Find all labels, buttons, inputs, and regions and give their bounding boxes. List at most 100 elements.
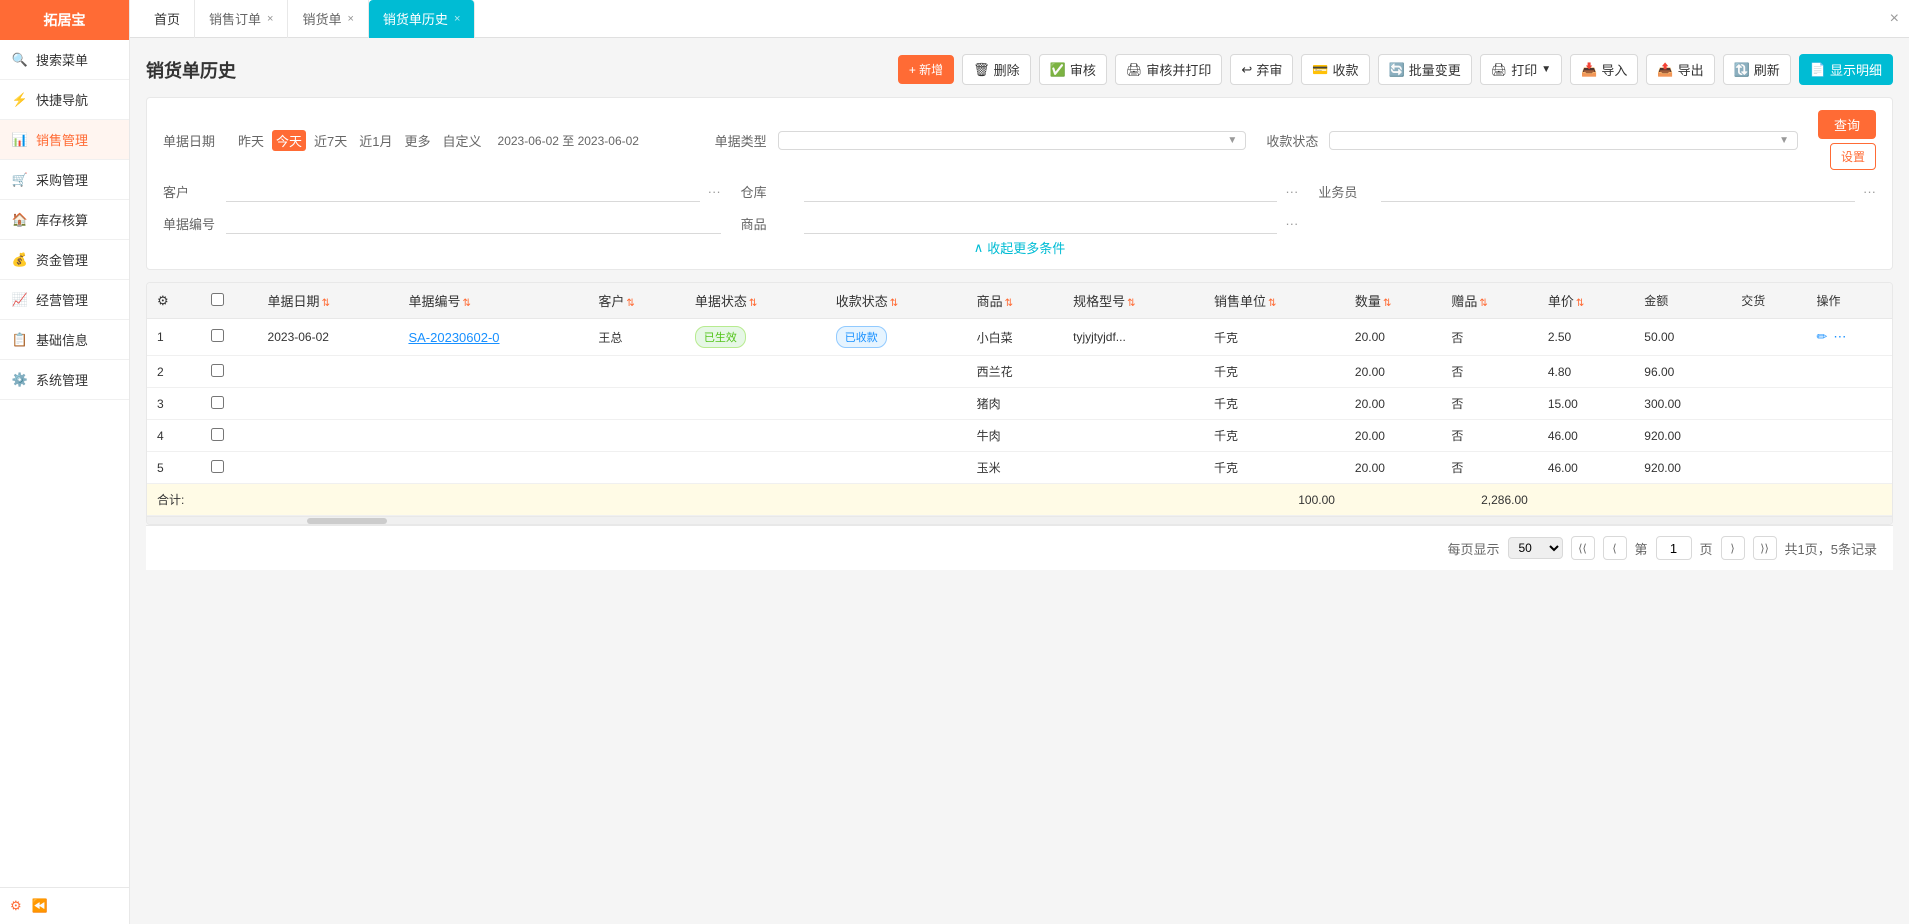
audit-print-button[interactable]: 🖨 审核并打印 <box>1115 54 1223 85</box>
customer-input[interactable] <box>226 180 700 202</box>
col-checkbox[interactable] <box>201 283 257 319</box>
row-checkbox[interactable] <box>211 428 224 441</box>
data-table-wrapper: ⚙ 单据日期⇅ 单据编号⇅ 客户⇅ 单据状态⇅ 收款状态⇅ 商品⇅ 规格型号⇅ … <box>146 282 1893 525</box>
collect-status-badge: 已收款 <box>836 326 887 348</box>
sidebar-item-baseinfo[interactable]: 📋 基础信息 <box>0 320 129 360</box>
row-checkbox[interactable] <box>211 460 224 473</box>
col-doc-no[interactable]: 单据编号⇅ <box>398 283 588 319</box>
import-button[interactable]: 📥 导入 <box>1570 54 1638 85</box>
col-settings-icon: ⚙ <box>157 293 169 308</box>
tab-close-sales-history[interactable]: × <box>454 13 460 25</box>
purchase-icon: 🛒 <box>12 172 28 188</box>
sidebar-collapse-icon[interactable]: ⏪ <box>32 898 48 914</box>
sidebar-item-sales[interactable]: 📊 销售管理 <box>0 120 129 160</box>
col-settings[interactable]: ⚙ <box>147 283 201 319</box>
sidebar-item-operations[interactable]: 📈 经营管理 <box>0 280 129 320</box>
abandon-button[interactable]: ↩ 弃审 <box>1230 54 1293 85</box>
shortcut-custom[interactable]: 自定义 <box>439 130 486 151</box>
per-page-select[interactable]: 50 100 200 <box>1508 537 1563 559</box>
delete-button[interactable]: 🗑 删除 <box>962 54 1031 85</box>
customer-label: 客户 <box>163 182 218 201</box>
print-icon: 🖨 <box>1491 62 1508 78</box>
warehouse-dots[interactable]: ··· <box>1285 184 1298 199</box>
col-spec-type[interactable]: 规格型号⇅ <box>1063 283 1204 319</box>
col-unit-price[interactable]: 单价⇅ <box>1538 283 1634 319</box>
sort-doc-status: ⇅ <box>749 298 757 309</box>
cell-collect-status <box>826 388 967 420</box>
query-button[interactable]: 查询 <box>1818 110 1876 139</box>
col-gift[interactable]: 赠品⇅ <box>1441 283 1537 319</box>
col-quantity[interactable]: 数量⇅ <box>1345 283 1441 319</box>
table-scrollbar[interactable] <box>147 516 1892 524</box>
col-transaction: 交货 <box>1731 283 1806 319</box>
tab-home[interactable]: 首页 <box>140 0 195 38</box>
refresh-button[interactable]: 🔃 刷新 <box>1723 54 1791 85</box>
row-checkbox[interactable] <box>211 364 224 377</box>
tab-close-sales-goods[interactable]: × <box>347 13 353 25</box>
shortcut-more[interactable]: 更多 <box>401 130 435 151</box>
next-page-btn[interactable]: ⟩ <box>1721 536 1745 560</box>
filter-section: 单据日期 昨天 今天 近7天 近1月 更多 自定义 2023-06-02 至 2… <box>146 97 1893 270</box>
col-doc-date[interactable]: 单据日期⇅ <box>258 283 399 319</box>
cell-doc-date <box>258 420 399 452</box>
print-button[interactable]: 🖨 打印 ▼ <box>1480 54 1562 85</box>
prev-page-btn[interactable]: ⟨ <box>1603 536 1627 560</box>
cell-collect-status <box>826 420 967 452</box>
edit-action[interactable]: ✏ <box>1817 329 1828 344</box>
batch-change-button[interactable]: 🔄 批量变更 <box>1378 54 1472 85</box>
tab-close-sales-order[interactable]: × <box>267 13 273 25</box>
collapse-up-icon: ∧ <box>974 240 984 256</box>
first-page-btn[interactable]: ⟨⟨ <box>1571 536 1595 560</box>
shortcut-7days[interactable]: 近7天 <box>310 130 351 151</box>
col-goods[interactable]: 商品⇅ <box>967 283 1063 319</box>
cell-goods: 西兰花 <box>967 356 1063 388</box>
tab-sales-goods[interactable]: 销货单 × <box>288 0 368 38</box>
tab-sales-history[interactable]: 销货单历史 × <box>369 0 475 38</box>
staff-input[interactable] <box>1381 180 1855 202</box>
col-customer[interactable]: 客户⇅ <box>588 283 684 319</box>
more-action[interactable]: ⋯ <box>1833 329 1846 344</box>
collapse-button[interactable]: ∧ 收起更多条件 <box>163 234 1876 257</box>
tab-sales-order[interactable]: 销售订单 × <box>195 0 288 38</box>
page-input[interactable] <box>1656 536 1692 560</box>
nav-icon: ⚡ <box>12 92 28 108</box>
select-all-checkbox[interactable] <box>211 293 224 306</box>
sidebar-item-search[interactable]: 🔍 搜索菜单 <box>0 40 129 80</box>
col-doc-status[interactable]: 单据状态⇅ <box>685 283 826 319</box>
export-button[interactable]: 📤 导出 <box>1646 54 1714 85</box>
col-sales-unit[interactable]: 销售单位⇅ <box>1204 283 1345 319</box>
last-page-btn[interactable]: ⟩⟩ <box>1753 536 1777 560</box>
settings-button[interactable]: 设置 <box>1830 143 1876 170</box>
doc-no-input[interactable] <box>226 212 721 234</box>
cell-collect-status <box>826 356 967 388</box>
shortcut-1month[interactable]: 近1月 <box>355 130 396 151</box>
doc-type-select[interactable]: ▼ <box>778 131 1247 150</box>
goods-dots[interactable]: ··· <box>1285 216 1298 231</box>
staff-dots[interactable]: ··· <box>1863 184 1876 199</box>
sidebar-bottom: ⚙ ⏪ <box>0 887 129 924</box>
sidebar-settings-icon[interactable]: ⚙ <box>10 898 22 914</box>
audit-button[interactable]: ✅ 审核 <box>1039 54 1107 85</box>
date-label: 单据日期 <box>163 131 218 150</box>
warehouse-input[interactable] <box>804 180 1278 202</box>
customer-dots[interactable]: ··· <box>708 184 721 199</box>
tab-bar-close-btn[interactable]: × <box>1890 10 1899 28</box>
shortcut-yesterday[interactable]: 昨天 <box>234 130 268 151</box>
goods-input[interactable] <box>804 212 1278 234</box>
sidebar-item-finance[interactable]: 💰 资金管理 <box>0 240 129 280</box>
collect-status-select[interactable]: ▼ <box>1329 131 1798 150</box>
col-collect-status[interactable]: 收款状态⇅ <box>826 283 967 319</box>
sidebar-item-inventory[interactable]: 🏠 库存核算 <box>0 200 129 240</box>
show-detail-button[interactable]: 📄 显示明细 <box>1799 54 1893 85</box>
collect-button[interactable]: 💳 收款 <box>1301 54 1369 85</box>
sidebar-item-system[interactable]: ⚙️ 系统管理 <box>0 360 129 400</box>
row-checkbox[interactable] <box>211 329 224 342</box>
doc-no-link[interactable]: SA-20230602-0 <box>408 330 499 345</box>
sidebar-item-quicknav[interactable]: ⚡ 快捷导航 <box>0 80 129 120</box>
cell-customer: 王总 <box>588 319 684 356</box>
row-checkbox[interactable] <box>211 396 224 409</box>
shortcut-today[interactable]: 今天 <box>272 130 306 151</box>
add-button[interactable]: + 新增 <box>898 55 954 84</box>
cell-checkbox <box>201 452 257 484</box>
sidebar-item-purchase[interactable]: 🛒 采购管理 <box>0 160 129 200</box>
